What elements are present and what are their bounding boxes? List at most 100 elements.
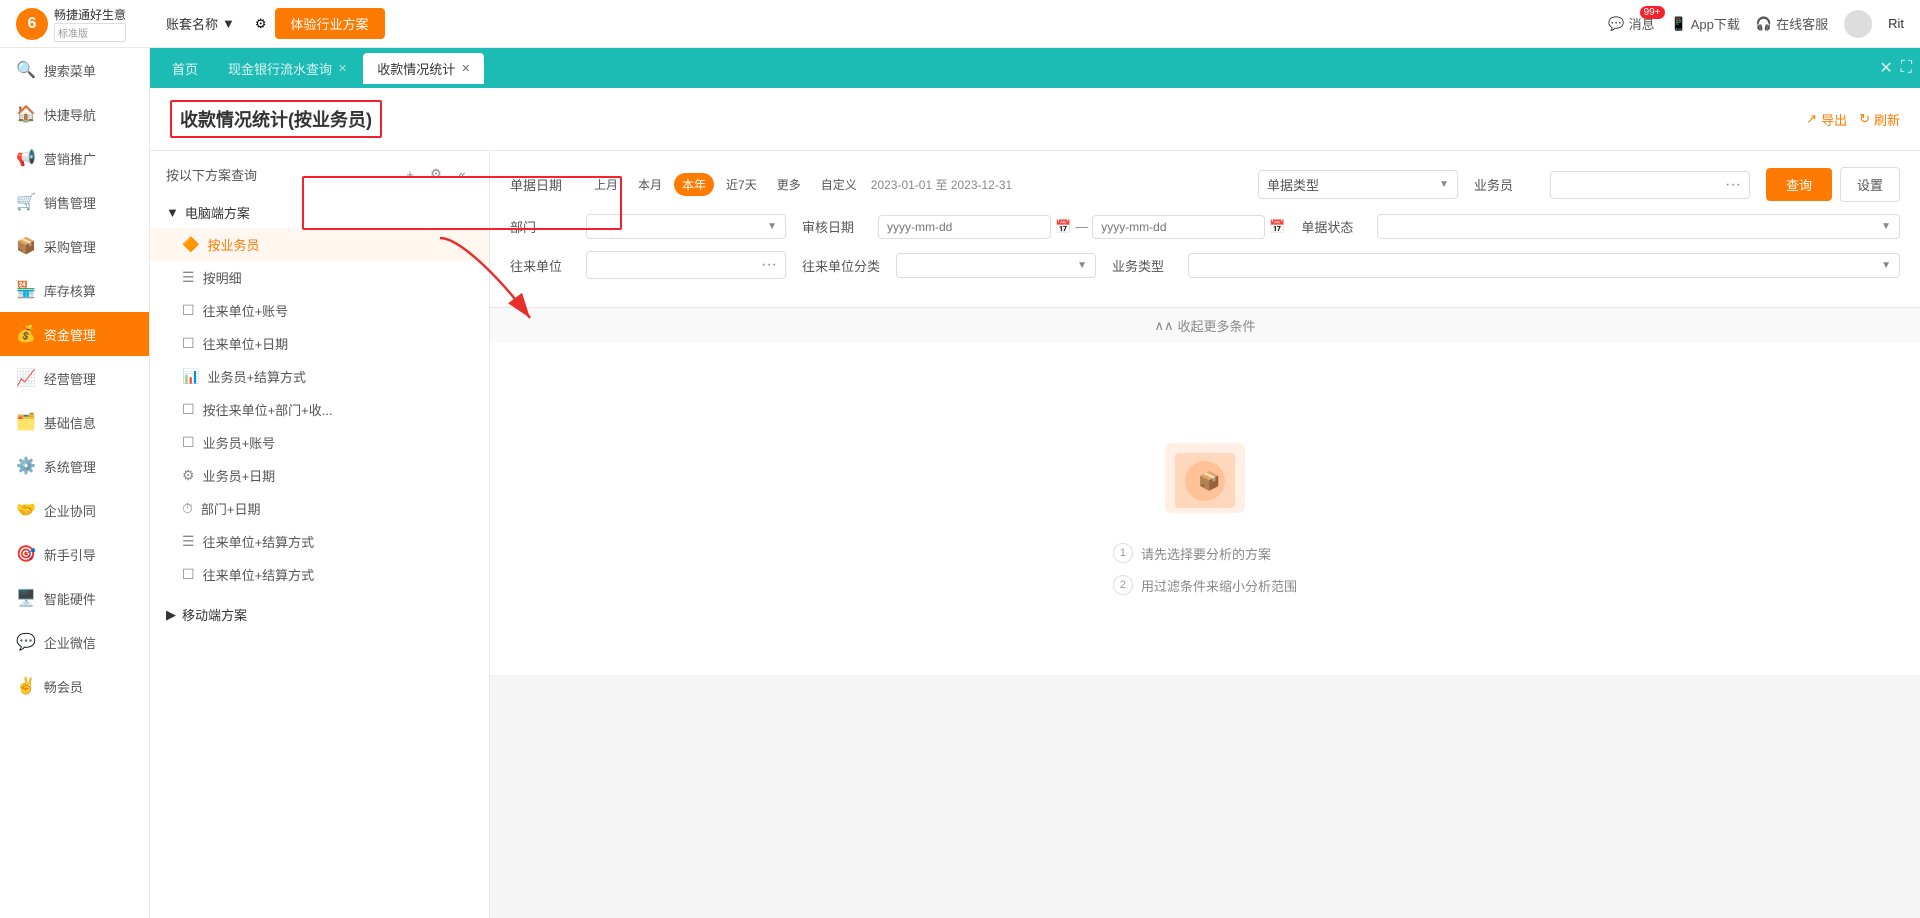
sidebar-item-search[interactable]: 🔍 搜索菜单	[0, 48, 149, 92]
refresh-btn[interactable]: ↻ 刷新	[1859, 110, 1900, 129]
tree-item-5[interactable]: ☐ 按往来单位+部门+收...	[150, 393, 489, 426]
sidebar-item-purchase[interactable]: 📦 采购管理	[0, 224, 149, 268]
page-header-actions: ↗ 导出 ↻ 刷新	[1806, 110, 1900, 129]
counterparty-select[interactable]: ···	[586, 251, 786, 279]
breadcrumb: 账套名称 ▼	[166, 14, 235, 33]
voucher-type-caret: ▼	[1439, 179, 1449, 190]
voucher-status-caret: ▼	[1881, 221, 1891, 232]
date-tabs: 上月 本月 本年 近7天 更多 自定义	[586, 173, 865, 196]
download-icon: 📱	[1671, 16, 1687, 32]
message-icon: 💬	[1608, 16, 1624, 32]
version-badge: 标准版	[54, 23, 126, 42]
tree-item-10[interactable]: ☐ 往来单位+结算方式	[150, 558, 489, 591]
counterparty-type-caret: ▼	[1077, 260, 1087, 271]
home-icon: 🏠	[16, 104, 36, 124]
page-content: 收款情况统计(按业务员) ↗ 导出 ↻ 刷新 按以下	[150, 88, 1920, 918]
date-tab-custom[interactable]: 自定义	[813, 173, 865, 196]
tree-item-3[interactable]: ☐ 往来单位+日期	[150, 327, 489, 360]
header-nav: 账套名称 ▼ ⚙ 体验行业方案	[166, 8, 1608, 39]
sidebar-item-operations[interactable]: 📈 经营管理	[0, 356, 149, 400]
scheme-settings-btn[interactable]: ⚙	[425, 163, 447, 185]
tab-close-all-btn[interactable]: ✕	[1879, 58, 1892, 78]
sidebar: 🔍 搜索菜单 🏠 快捷导航 📢 营销推广 🛒 销售管理 📦 采购管理 🏪 库存核…	[0, 48, 150, 918]
sidebar-item-capital[interactable]: 💰 资金管理	[0, 312, 149, 356]
date-tab-7days[interactable]: 近7天	[718, 173, 765, 196]
date-tab-last-month[interactable]: 上月	[586, 173, 626, 196]
sidebar-item-quicknav[interactable]: 🏠 快捷导航	[0, 92, 149, 136]
tree-root-desktop[interactable]: ▼ 电脑端方案	[150, 197, 489, 228]
app-download-btn[interactable]: 📱 App下载	[1671, 14, 1740, 33]
date-tab-more[interactable]: 更多	[769, 173, 809, 196]
voucher-status-select[interactable]: ▼	[1377, 214, 1900, 239]
capital-icon: 💰	[16, 324, 36, 344]
sidebar-item-sales[interactable]: 🛒 销售管理	[0, 180, 149, 224]
date-tab-this-year[interactable]: 本年	[674, 173, 714, 196]
tab-collection-close[interactable]: ✕	[461, 62, 470, 75]
panel-collapse-btn[interactable]: «	[451, 163, 473, 185]
header-actions: 💬 消息 99+ 📱 App下载 🎧 在线客服 Rit	[1608, 10, 1904, 38]
review-date-start[interactable]	[878, 215, 1051, 239]
sidebar-item-basicinfo[interactable]: 🗂️ 基础信息	[0, 400, 149, 444]
tab-cashflow[interactable]: 现金银行流水查询 ✕	[214, 53, 361, 84]
voucher-type-select[interactable]: 单据类型 ▼	[1258, 170, 1458, 199]
salesperson-more[interactable]: ···	[1725, 176, 1741, 194]
calendar-icon-start[interactable]: 📅	[1055, 219, 1071, 235]
user-avatar[interactable]	[1844, 10, 1872, 38]
settings-gear[interactable]: ⚙	[255, 16, 267, 32]
trial-button[interactable]: 体验行业方案	[275, 8, 385, 39]
online-service-btn[interactable]: 🎧 在线客服	[1756, 14, 1828, 33]
biz-type-select[interactable]: ▼	[1188, 253, 1900, 278]
message-badge: 99+	[1640, 6, 1665, 19]
date-range-text: 2023-01-01 至 2023-12-31	[871, 176, 1012, 193]
tab-cashflow-close[interactable]: ✕	[338, 62, 347, 75]
tree-item-9[interactable]: ☰ 往来单位+结算方式	[150, 525, 489, 558]
filter-settings-button[interactable]: 设置	[1840, 167, 1900, 202]
sidebar-item-system[interactable]: ⚙️ 系统管理	[0, 444, 149, 488]
collapse-bar[interactable]: ∧∧ 收起更多条件	[490, 307, 1920, 343]
tab-expand-btn[interactable]: ⛶	[1901, 59, 1912, 77]
query-button[interactable]: 查询	[1766, 168, 1832, 201]
counterparty-more[interactable]: ···	[761, 256, 777, 274]
item-icon-9: ☰	[182, 533, 195, 550]
sidebar-item-inventory[interactable]: 🏪 库存核算	[0, 268, 149, 312]
biz-type-caret: ▼	[1881, 260, 1891, 271]
filter-row-2: 部门 ▼ 审核日期 📅 — 📅	[510, 214, 1900, 239]
empty-steps: 1 请先选择要分析的方案 2 用过滤条件来缩小分析范围	[1113, 543, 1297, 595]
salesperson-select[interactable]: ···	[1550, 171, 1750, 199]
item-icon-3: ☐	[182, 335, 195, 352]
inventory-icon: 🏪	[16, 280, 36, 300]
tab-home[interactable]: 首页	[158, 53, 212, 84]
export-btn[interactable]: ↗ 导出	[1806, 110, 1847, 129]
add-scheme-btn[interactable]: +	[399, 163, 421, 185]
tab-bar-actions: ✕ ⛶	[1879, 58, 1912, 78]
sidebar-item-enterprisewx[interactable]: 💬 企业微信	[0, 620, 149, 664]
tree-item-1[interactable]: ☰ 按明细	[150, 261, 489, 294]
review-date-label: 审核日期	[802, 217, 862, 236]
sidebar-item-marketing[interactable]: 📢 营销推广	[0, 136, 149, 180]
tree-root-mobile[interactable]: ▶ 移动端方案	[150, 599, 489, 630]
tree-item-2[interactable]: ☐ 往来单位+账号	[150, 294, 489, 327]
calendar-icon-end[interactable]: 📅	[1269, 219, 1285, 235]
newbie-icon: 🎯	[16, 544, 36, 564]
dept-select[interactable]: ▼	[586, 214, 786, 239]
right-content: 单据日期 上月 本月 本年 近7天 更多 自定义 20	[490, 151, 1920, 918]
logo-text: 畅捷通好生意	[54, 6, 126, 23]
message-btn[interactable]: 💬 消息 99+	[1608, 14, 1654, 33]
sidebar-item-member[interactable]: ✌️ 畅会员	[0, 664, 149, 708]
date-tab-this-month[interactable]: 本月	[630, 173, 670, 196]
content-area: 首页 现金银行流水查询 ✕ 收款情况统计 ✕ ✕ ⛶ 收款情况统计(按业务员)	[150, 48, 1920, 918]
item-icon-10: ☐	[182, 566, 195, 583]
basicinfo-icon: 🗂️	[16, 412, 36, 432]
smarthw-icon: 🖥️	[16, 588, 36, 608]
sidebar-item-enterprise[interactable]: 🤝 企业协同	[0, 488, 149, 532]
review-date-end[interactable]	[1092, 215, 1265, 239]
tree-item-6[interactable]: ☐ 业务员+账号	[150, 426, 489, 459]
tab-collection[interactable]: 收款情况统计 ✕	[363, 53, 484, 84]
tree-item-7[interactable]: ⚙ 业务员+日期	[150, 459, 489, 492]
counterparty-type-select[interactable]: ▼	[896, 253, 1096, 278]
tree-item-0[interactable]: 🔶 按业务员	[150, 228, 489, 261]
sidebar-item-smarthw[interactable]: 🖥️ 智能硬件	[0, 576, 149, 620]
tree-item-8[interactable]: ⏱ 部门+日期	[150, 492, 489, 525]
sidebar-item-newbie[interactable]: 🎯 新手引导	[0, 532, 149, 576]
tree-item-4[interactable]: 📊 业务员+结算方式	[150, 360, 489, 393]
